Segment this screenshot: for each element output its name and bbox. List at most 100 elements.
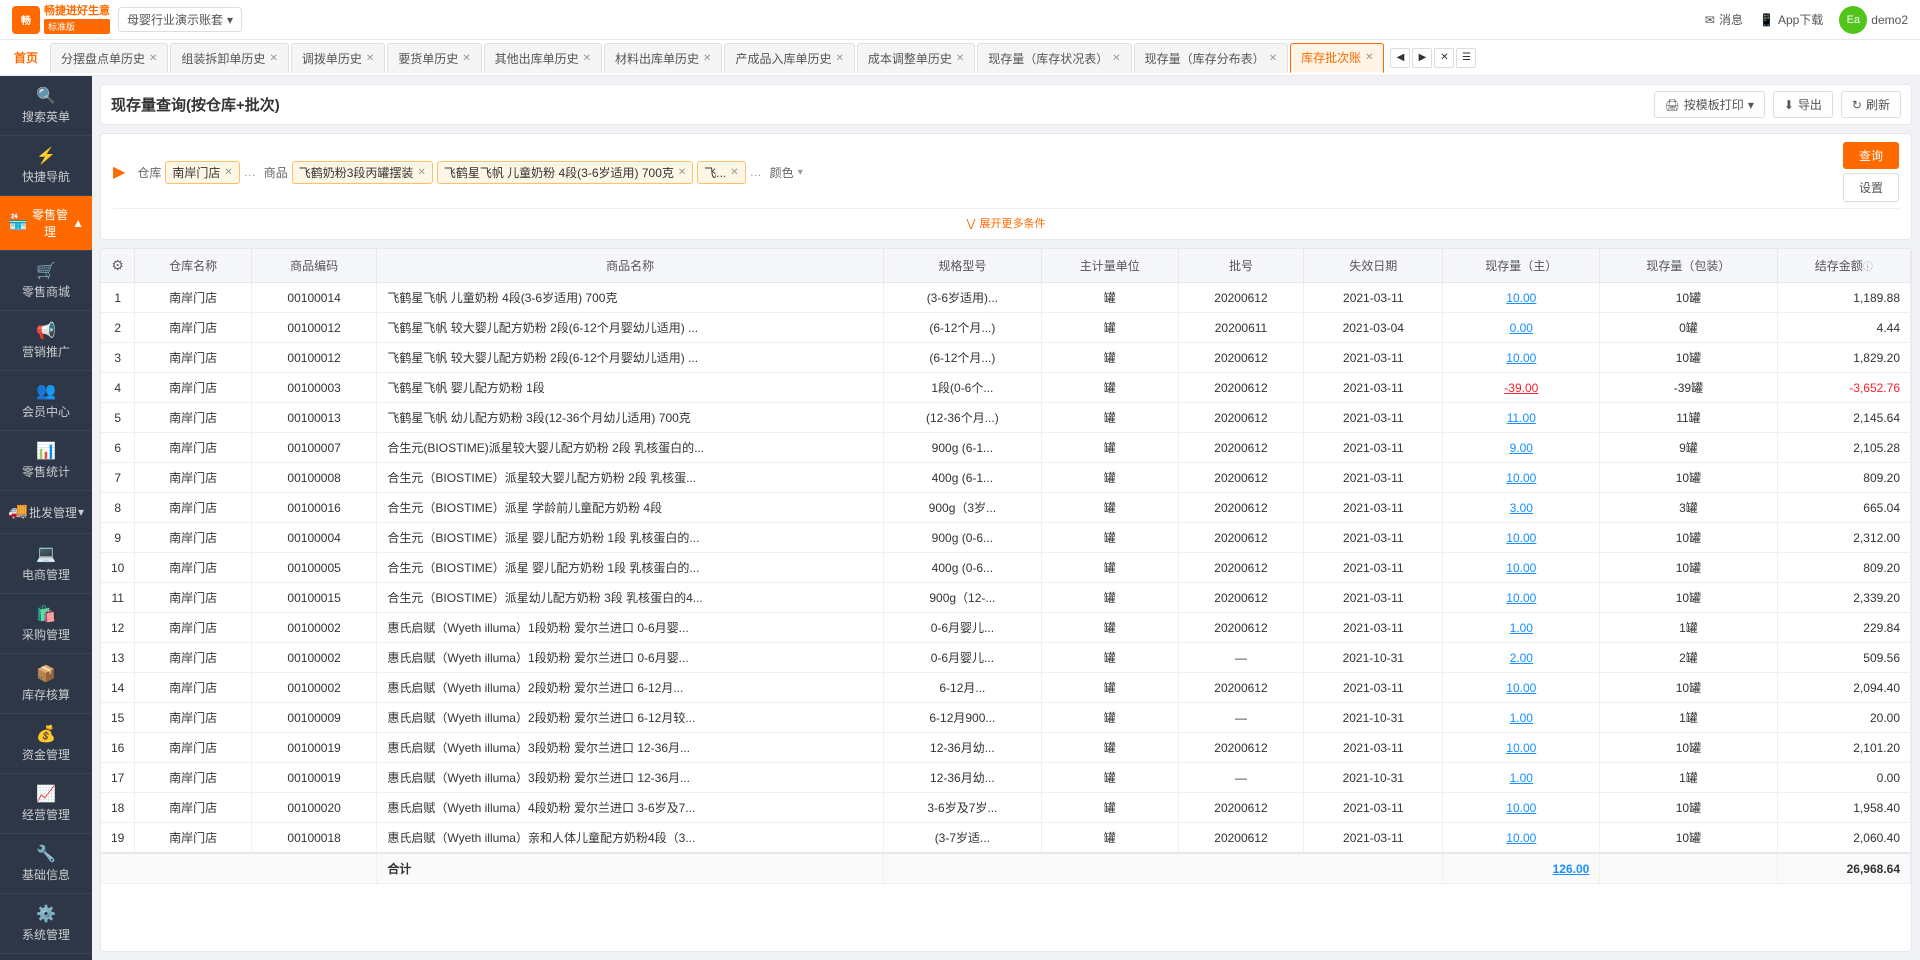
- tab-7[interactable]: 产成品入库单历史✕: [724, 43, 854, 73]
- product-more[interactable]: …: [750, 165, 762, 179]
- close-tab-1[interactable]: ✕: [149, 53, 157, 64]
- settings-btn[interactable]: 设置: [1843, 173, 1899, 202]
- close-tab-8[interactable]: ✕: [956, 53, 964, 64]
- cell-qty-main[interactable]: 10.00: [1443, 733, 1600, 763]
- refresh-icon: ↻: [1852, 98, 1862, 112]
- sidebar-item-finance[interactable]: 💰 资金管理: [0, 714, 92, 774]
- tab-home[interactable]: 首页: [4, 43, 48, 73]
- tab-10[interactable]: 现存量（库存分布表）✕: [1134, 43, 1288, 73]
- remove-warehouse-tag[interactable]: ✕: [224, 167, 232, 178]
- refresh-btn[interactable]: ↻ 刷新: [1841, 91, 1901, 118]
- th-gear[interactable]: ⚙: [101, 249, 135, 283]
- sidebar-item-ecommerce[interactable]: 💻 电商管理: [0, 534, 92, 594]
- cell-code: 00100002: [251, 613, 377, 643]
- nav-menu-btn[interactable]: ☰: [1456, 48, 1476, 68]
- tab-11[interactable]: 库存批次账✕: [1290, 43, 1384, 73]
- sidebar-item-inventory[interactable]: 📦 库存核算: [0, 654, 92, 714]
- cell-qty-main[interactable]: 9.00: [1443, 433, 1600, 463]
- cell-qty-main[interactable]: 11.00: [1443, 403, 1600, 433]
- warehouse-tag[interactable]: 南岸门店 ✕: [165, 161, 239, 184]
- sidebar-item-operations[interactable]: 📈 经营管理: [0, 774, 92, 834]
- remove-product-tag-1[interactable]: ✕: [417, 167, 425, 178]
- print-btn[interactable]: 🖨 按模板打印 ▾: [1654, 91, 1765, 118]
- query-btn[interactable]: 查询: [1843, 142, 1899, 169]
- sidebar-item-wholesale[interactable]: 🚚 批发管理 ▾: [0, 491, 92, 534]
- tab-9[interactable]: 现存量（库存状况表）✕: [977, 43, 1131, 73]
- cell-amount: 809.20: [1777, 463, 1910, 493]
- cell-qty-main[interactable]: 2.00: [1443, 643, 1600, 673]
- cell-name: 惠氏启赋（Wyeth illuma）3段奶粉 爱尔兰进口 12-36月...: [377, 763, 883, 793]
- tab-1[interactable]: 分摆盘点单历史✕: [50, 43, 168, 73]
- sidebar-item-system[interactable]: ⚙️ 系统管理: [0, 894, 92, 954]
- user-profile[interactable]: Ea demo2: [1839, 6, 1908, 34]
- cell-qty-main[interactable]: -39.00: [1443, 373, 1600, 403]
- sidebar-item-members[interactable]: 👥 会员中心: [0, 371, 92, 431]
- cell-qty-main[interactable]: 10.00: [1443, 673, 1600, 703]
- expand-more-btn[interactable]: ⋁ 展开更多条件: [113, 215, 1899, 231]
- tab-8[interactable]: 成本调整单历史✕: [857, 43, 975, 73]
- cell-qty-main[interactable]: 3.00: [1443, 493, 1600, 523]
- cell-qty-main[interactable]: 1.00: [1443, 613, 1600, 643]
- remove-product-tag-2[interactable]: ✕: [678, 167, 686, 178]
- cell-batch: 20200612: [1178, 793, 1304, 823]
- close-tab-5[interactable]: ✕: [583, 53, 591, 64]
- remove-product-tag-3[interactable]: ✕: [730, 167, 738, 178]
- tab-3[interactable]: 调拨单历史✕: [291, 43, 385, 73]
- warehouse-more[interactable]: …: [244, 165, 256, 179]
- nav-prev-btn[interactable]: ◀: [1390, 48, 1410, 68]
- sidebar-item-collab[interactable]: 🤝 企业协同: [0, 954, 92, 960]
- close-tab-10[interactable]: ✕: [1269, 53, 1277, 64]
- amount-info-icon[interactable]: ⓘ: [1863, 262, 1873, 273]
- product-tag-3[interactable]: 飞... ✕: [697, 161, 745, 184]
- color-arrow[interactable]: ▾: [798, 167, 803, 178]
- sidebar-item-stats[interactable]: 📊 零售统计: [0, 431, 92, 491]
- sidebar-item-search[interactable]: 🔍 搜索英单: [0, 76, 92, 136]
- sidebar-item-purchase[interactable]: 🛍️ 采购管理: [0, 594, 92, 654]
- message-btn[interactable]: ✉ 消息: [1705, 11, 1743, 28]
- app-download-btn[interactable]: 📱 App下载: [1759, 11, 1823, 28]
- cell-qty-main[interactable]: 1.00: [1443, 703, 1600, 733]
- cell-no: 9: [101, 523, 135, 553]
- sidebar-item-marketing[interactable]: 📢 营销推广: [0, 311, 92, 371]
- sidebar-item-basics[interactable]: 🔧 基础信息: [0, 834, 92, 894]
- column-settings-icon[interactable]: ⚙: [111, 257, 124, 273]
- nav-close-btn[interactable]: ✕: [1434, 48, 1454, 68]
- tab-5[interactable]: 其他出库单历史✕: [484, 43, 602, 73]
- cell-no: 13: [101, 643, 135, 673]
- close-tab-2[interactable]: ✕: [269, 53, 277, 64]
- cell-qty-main[interactable]: 10.00: [1443, 793, 1600, 823]
- filter-expand-left-btn[interactable]: ▶: [113, 162, 125, 182]
- cell-qty-main[interactable]: 10.00: [1443, 823, 1600, 854]
- tab-2[interactable]: 组装拆卸单历史✕: [170, 43, 288, 73]
- cell-qty-main[interactable]: 10.00: [1443, 523, 1600, 553]
- cell-qty-main[interactable]: 10.00: [1443, 283, 1600, 313]
- cell-qty-main[interactable]: 10.00: [1443, 463, 1600, 493]
- product-tag-2[interactable]: 飞鹤星飞帆 儿童奶粉 4段(3-6岁适用) 700克 ✕: [437, 161, 693, 184]
- cell-batch: 20200612: [1178, 403, 1304, 433]
- store-selector[interactable]: 母婴行业演示账套 ▾: [118, 7, 242, 32]
- close-tab-11[interactable]: ✕: [1365, 52, 1373, 63]
- footer-qty[interactable]: 126.00: [1443, 853, 1600, 884]
- nav-next-btn[interactable]: ▶: [1412, 48, 1432, 68]
- product-tag-1[interactable]: 飞鹤奶粉3段丙罐摆装 ✕: [292, 161, 433, 184]
- sidebar-item-quicknav[interactable]: ⚡ 快捷导航: [0, 136, 92, 196]
- cell-qty-main[interactable]: 10.00: [1443, 343, 1600, 373]
- sidebar-item-mall[interactable]: 🛒 零售商城: [0, 251, 92, 311]
- close-tab-6[interactable]: ✕: [703, 53, 711, 64]
- close-tab-9[interactable]: ✕: [1112, 53, 1120, 64]
- tab-6[interactable]: 材料出库单历史✕: [604, 43, 722, 73]
- cell-no: 18: [101, 793, 135, 823]
- export-btn[interactable]: ⬇ 导出: [1773, 91, 1833, 118]
- sidebar-item-retail[interactable]: 🏪 零售管理 ▲: [0, 196, 92, 251]
- cell-qty-main[interactable]: 10.00: [1443, 553, 1600, 583]
- close-tab-7[interactable]: ✕: [835, 53, 843, 64]
- filter-divider: [113, 208, 1899, 209]
- cell-no: 7: [101, 463, 135, 493]
- close-tab-4[interactable]: ✕: [462, 53, 470, 64]
- cell-qty-main[interactable]: 10.00: [1443, 583, 1600, 613]
- cell-qty-main[interactable]: 1.00: [1443, 763, 1600, 793]
- tab-4[interactable]: 要货单历史✕: [387, 43, 481, 73]
- cell-qty-main[interactable]: 0.00: [1443, 313, 1600, 343]
- close-tab-3[interactable]: ✕: [366, 53, 374, 64]
- cell-batch: 20200612: [1178, 733, 1304, 763]
